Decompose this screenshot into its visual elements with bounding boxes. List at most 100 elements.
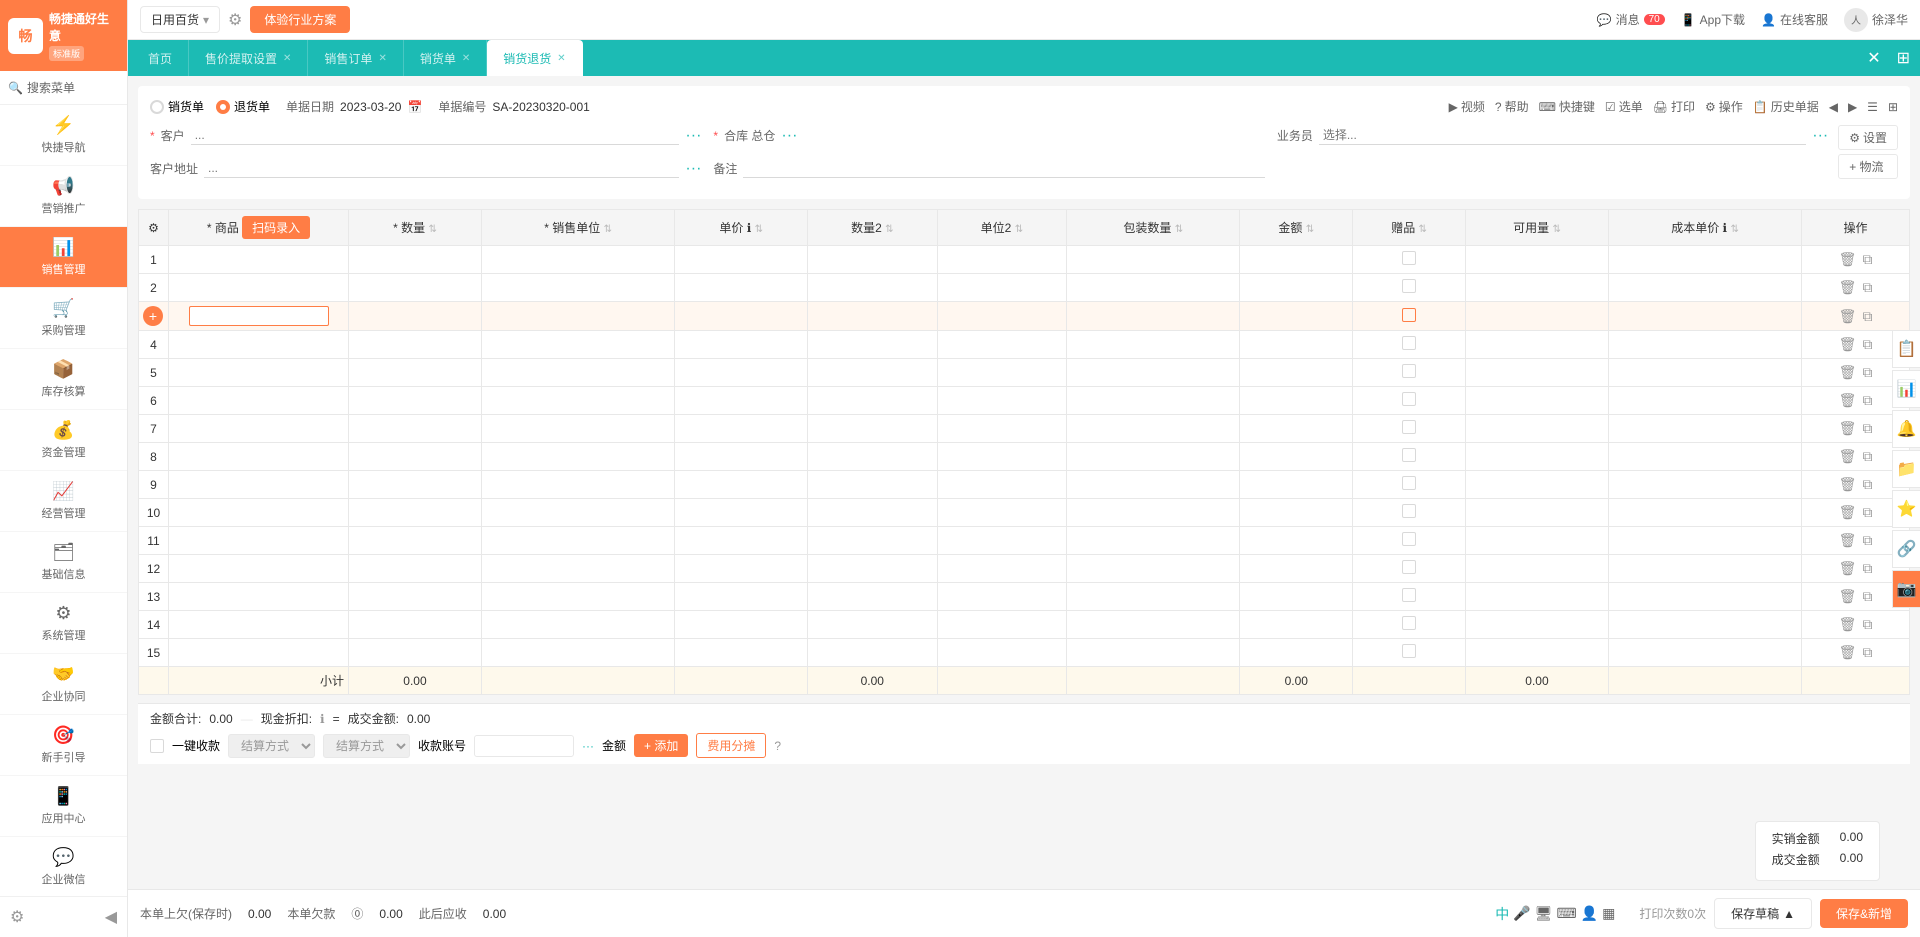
- delete-icon[interactable]: 🗑: [1839, 308, 1857, 325]
- copy-icon[interactable]: ⧉: [1862, 251, 1872, 268]
- sidebar-item-apps[interactable]: 📱 应用中心: [0, 776, 127, 837]
- amount-cell[interactable]: [1240, 246, 1353, 274]
- delete-icon[interactable]: 🗑: [1839, 392, 1857, 409]
- price-cell[interactable]: [675, 246, 808, 274]
- sidebar-settings-icon[interactable]: ⚙: [10, 907, 24, 927]
- tab-sales-order[interactable]: 销售订单 ✕: [308, 40, 403, 76]
- app-download-btn[interactable]: 📱 App下载: [1681, 11, 1745, 28]
- online-service-btn[interactable]: 👤 在线客服: [1761, 11, 1828, 28]
- qty-cell[interactable]: [349, 274, 482, 302]
- qty2-cell[interactable]: [808, 302, 938, 331]
- shortcut-btn[interactable]: ⌨ 快捷键: [1539, 98, 1595, 115]
- sidebar-item-system[interactable]: ⚙ 系统管理: [0, 593, 127, 654]
- account-input[interactable]: [474, 735, 574, 757]
- delete-icon[interactable]: 🗑: [1839, 588, 1857, 605]
- gift-checkbox[interactable]: [1402, 392, 1416, 406]
- cost-price-cell[interactable]: [1608, 246, 1801, 274]
- product-cell-active[interactable]: [169, 302, 349, 331]
- scan-btn[interactable]: 扫码录入: [242, 216, 310, 239]
- rfloat-btn-7[interactable]: 📷: [1892, 570, 1920, 608]
- cash-discount-info-icon[interactable]: ℹ: [320, 712, 325, 726]
- industry-select[interactable]: 日用百货 ▾: [140, 6, 220, 33]
- topbar-gear-icon[interactable]: ⚙: [228, 10, 242, 30]
- current-debt-val[interactable]: ⓪: [351, 905, 363, 922]
- delete-icon[interactable]: 🗑: [1839, 336, 1857, 353]
- delete-icon[interactable]: 🗑: [1839, 420, 1857, 437]
- calc-method-select[interactable]: 结算方式: [323, 734, 410, 758]
- copy-icon[interactable]: ⧉: [1862, 279, 1872, 296]
- unit-cell[interactable]: [481, 246, 674, 274]
- pack-qty-cell[interactable]: [1067, 274, 1240, 302]
- split-info-icon[interactable]: ?: [774, 739, 781, 753]
- staff-more-icon[interactable]: ···: [1812, 127, 1828, 145]
- tab-sales-return[interactable]: 销货退货 ✕: [487, 40, 582, 76]
- available-cell[interactable]: [1465, 274, 1608, 302]
- delete-icon[interactable]: 🗑: [1839, 616, 1857, 633]
- prev-page-icon[interactable]: ◀: [1829, 100, 1838, 114]
- settlement-method-select[interactable]: 结算方式: [228, 734, 315, 758]
- radio-return[interactable]: 退货单: [216, 98, 270, 115]
- sort-icon[interactable]: ⇅: [1730, 224, 1738, 235]
- select-btn[interactable]: ☑ 选单: [1605, 98, 1643, 115]
- copy-icon[interactable]: ⧉: [1862, 504, 1872, 521]
- grid-view-icon[interactable]: ⊞: [1888, 100, 1898, 114]
- available-cell[interactable]: [1465, 246, 1608, 274]
- gift-checkbox[interactable]: [1402, 448, 1416, 462]
- tab-sales-return-close[interactable]: ✕: [557, 53, 565, 64]
- monitor-icon[interactable]: 🖥: [1535, 905, 1553, 922]
- tab-home[interactable]: 首页: [132, 40, 189, 76]
- gift-checkbox[interactable]: [1402, 251, 1416, 265]
- sidebar-item-finance[interactable]: 💰 资金管理: [0, 410, 127, 471]
- delete-icon[interactable]: 🗑: [1839, 504, 1857, 521]
- message-btn[interactable]: 💬 消息 70: [1597, 11, 1665, 28]
- sort-icon[interactable]: ⇅: [604, 224, 612, 235]
- unit-cell[interactable]: [481, 302, 674, 331]
- sidebar-item-operations[interactable]: 📈 经营管理: [0, 471, 127, 532]
- tab-sales-delivery-close[interactable]: ✕: [462, 53, 470, 64]
- gift-checkbox[interactable]: [1402, 560, 1416, 574]
- delete-icon[interactable]: 🗑: [1839, 560, 1857, 577]
- delete-icon[interactable]: 🗑: [1839, 476, 1857, 493]
- video-btn[interactable]: ▶ 视频: [1449, 98, 1485, 115]
- copy-icon[interactable]: ⧉: [1862, 532, 1872, 549]
- gift-checkbox[interactable]: [1402, 616, 1416, 630]
- print-btn[interactable]: 🖨 打印: [1653, 98, 1695, 115]
- rfloat-btn-4[interactable]: 📁: [1892, 450, 1920, 488]
- sidebar-item-wechat[interactable]: 💬 企业微信: [0, 837, 127, 896]
- tab-grid-icon[interactable]: ⊞: [1891, 48, 1916, 68]
- copy-icon[interactable]: ⧉: [1862, 420, 1872, 437]
- rfloat-btn-5[interactable]: ⭐: [1892, 490, 1920, 528]
- gift-checkbox[interactable]: [1402, 420, 1416, 434]
- input-method-icon[interactable]: 中: [1495, 904, 1509, 924]
- sort-icon[interactable]: ⇅: [885, 224, 893, 235]
- copy-icon[interactable]: ⧉: [1862, 392, 1872, 409]
- sort-icon[interactable]: ⇅: [1306, 224, 1314, 235]
- delete-icon[interactable]: 🗑: [1839, 644, 1857, 661]
- copy-icon[interactable]: ⧉: [1862, 588, 1872, 605]
- history-btn[interactable]: 📋 历史单据: [1753, 98, 1819, 115]
- logistics-button[interactable]: + 物流: [1838, 154, 1898, 179]
- sidebar-item-sales[interactable]: 📊 销售管理: [0, 227, 127, 288]
- sort-icon[interactable]: ⇅: [1419, 224, 1427, 235]
- sidebar-collapse-icon[interactable]: ◀: [105, 907, 117, 927]
- sort-icon[interactable]: ⇅: [1552, 224, 1560, 235]
- pack-qty-cell[interactable]: [1067, 246, 1240, 274]
- save-new-btn[interactable]: 保存&新增: [1820, 899, 1908, 928]
- gift-checkbox[interactable]: [1402, 504, 1416, 518]
- copy-icon[interactable]: ⧉: [1862, 616, 1872, 633]
- rfloat-btn-6[interactable]: 🔗: [1892, 530, 1920, 568]
- experience-btn[interactable]: 体验行业方案: [250, 6, 350, 33]
- gift-cell[interactable]: [1353, 274, 1466, 302]
- one-key-payment-checkbox[interactable]: [150, 739, 164, 753]
- product-cell[interactable]: [169, 246, 349, 274]
- sidebar-item-enterprise[interactable]: 🤝 企业协同: [0, 654, 127, 715]
- copy-icon[interactable]: ⧉: [1862, 336, 1872, 353]
- unit2-cell[interactable]: [937, 274, 1067, 302]
- rfloat-btn-2[interactable]: 📊: [1892, 370, 1920, 408]
- gift-checkbox[interactable]: [1402, 532, 1416, 546]
- gift-checkbox[interactable]: [1402, 336, 1416, 350]
- customer-input[interactable]: [191, 126, 680, 145]
- available-cell[interactable]: [1465, 302, 1608, 331]
- copy-icon[interactable]: ⧉: [1862, 476, 1872, 493]
- amount-cell[interactable]: [1240, 274, 1353, 302]
